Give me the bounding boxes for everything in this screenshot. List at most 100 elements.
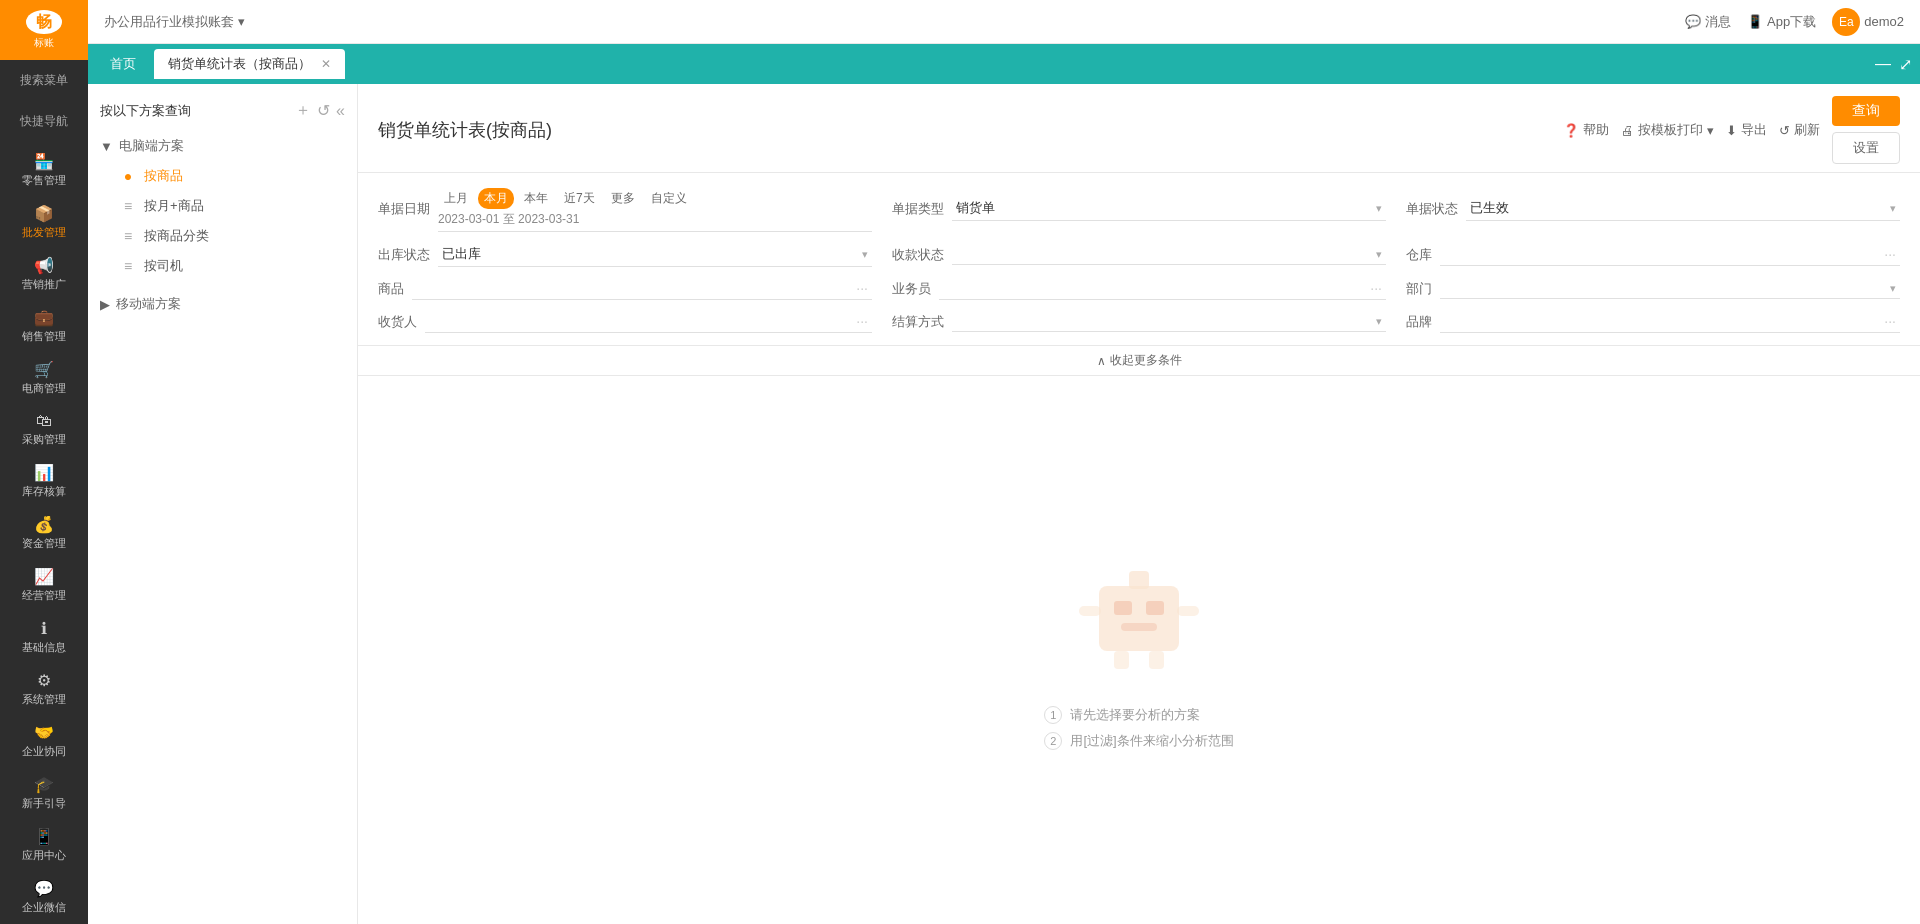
template-print-button[interactable]: 🖨 按模板打印 ▾ bbox=[1621, 121, 1714, 139]
doc-status-arrow: ▾ bbox=[1890, 202, 1896, 215]
app-download-button[interactable]: 📱 App下载 bbox=[1747, 13, 1816, 31]
date-btn-more[interactable]: 更多 bbox=[605, 188, 641, 209]
template-print-label: 按模板打印 bbox=[1638, 121, 1703, 139]
schema-item-by-month-product[interactable]: ≡ 按月+商品 bbox=[88, 191, 357, 221]
empty-tip-2: 2 用[过滤]条件来缩小分析范围 bbox=[1044, 732, 1233, 750]
page-header: 销货单统计表(按商品) ❓ 帮助 🖨 按模板打印 ▾ ⬇ 导出 bbox=[358, 84, 1920, 173]
doc-type-label: 单据类型 bbox=[892, 200, 944, 218]
sidebar-item-retail[interactable]: 🏪 零售管理 bbox=[0, 144, 88, 196]
date-btn-7days[interactable]: 近7天 bbox=[558, 188, 601, 209]
main-area: 办公用品行业模拟账套 ▾ 💬 消息 📱 App下载 Ea demo2 首页 销货… bbox=[88, 0, 1920, 924]
sidebar-item-inventory[interactable]: 📊 库存核算 bbox=[0, 455, 88, 507]
sidebar-item-system-label: 系统管理 bbox=[22, 692, 66, 707]
sidebar-item-inventory-label: 库存核算 bbox=[22, 484, 66, 499]
empty-state: 1 请先选择要分析的方案 2 用[过滤]条件来缩小分析范围 bbox=[358, 376, 1920, 924]
app-download-label: App下载 bbox=[1767, 13, 1816, 31]
add-schema-icon[interactable]: ＋ bbox=[295, 100, 311, 121]
sidebar-quick-nav[interactable]: 快捷导航 bbox=[20, 105, 68, 136]
query-button[interactable]: 查询 bbox=[1832, 96, 1900, 126]
date-btn-last-month[interactable]: 上月 bbox=[438, 188, 474, 209]
collapse-bar[interactable]: ∧ 收起更多条件 bbox=[358, 346, 1920, 376]
sidebar-item-enterprise[interactable]: 🤝 企业协同 bbox=[0, 715, 88, 767]
export-label: 导出 bbox=[1741, 121, 1767, 139]
schema-item-by-product-label: 按商品 bbox=[144, 167, 183, 185]
sidebar-item-retail-label: 零售管理 bbox=[22, 173, 66, 188]
sidebar-item-operations[interactable]: 📈 经营管理 bbox=[0, 559, 88, 611]
topbar-dropdown-arrow: ▾ bbox=[238, 14, 245, 29]
brand-dots[interactable]: ··· bbox=[1884, 313, 1896, 329]
sidebar-item-operations-label: 经营管理 bbox=[22, 588, 66, 603]
tab-minimize-icon[interactable]: — bbox=[1875, 55, 1891, 74]
tab-home[interactable]: 首页 bbox=[96, 49, 150, 79]
schema-group-mobile-header[interactable]: ▶ 移动端方案 bbox=[88, 289, 357, 319]
schema-item-by-recorder[interactable]: ≡ 按司机 bbox=[88, 251, 357, 281]
brand-filter: 品牌 ··· bbox=[1406, 310, 1900, 333]
schema-group-pc-header[interactable]: ▼ 电脑端方案 bbox=[88, 131, 357, 161]
receiver-dots[interactable]: ··· bbox=[856, 313, 868, 329]
doc-status-filter: 单据状态 已生效 ▾ bbox=[1406, 196, 1900, 221]
svg-rect-5 bbox=[1079, 606, 1101, 616]
doc-type-arrow: ▾ bbox=[1376, 202, 1382, 215]
sidebar-item-system[interactable]: ⚙ 系统管理 bbox=[0, 663, 88, 715]
department-select[interactable]: ▾ bbox=[1440, 279, 1900, 299]
basic-icon: ℹ bbox=[41, 619, 47, 638]
refresh-button[interactable]: ↺ 刷新 bbox=[1779, 121, 1820, 139]
salesperson-dots[interactable]: ··· bbox=[1370, 280, 1382, 296]
date-btn-this-month[interactable]: 本月 bbox=[478, 188, 514, 209]
salesperson-input[interactable]: ··· bbox=[939, 277, 1386, 300]
warehouse-dots[interactable]: ··· bbox=[1884, 246, 1896, 262]
tab-sales-stat-label: 销货单统计表（按商品） bbox=[168, 55, 311, 73]
doc-status-select[interactable]: 已生效 ▾ bbox=[1466, 196, 1900, 221]
schema-item-by-category[interactable]: ≡ 按商品分类 bbox=[88, 221, 357, 251]
receiver-label: 收货人 bbox=[378, 313, 417, 331]
export-button[interactable]: ⬇ 导出 bbox=[1726, 121, 1767, 139]
sidebar-item-ecommerce[interactable]: 🛒 电商管理 bbox=[0, 352, 88, 404]
sidebar-item-marketing[interactable]: 📢 营销推广 bbox=[0, 248, 88, 300]
sidebar-item-sales[interactable]: 💼 销售管理 bbox=[0, 300, 88, 352]
logo-char: 畅 bbox=[36, 12, 52, 33]
sidebar-item-purchase[interactable]: 🛍 采购管理 bbox=[0, 404, 88, 455]
product-dots[interactable]: ··· bbox=[856, 280, 868, 296]
sidebar-item-wholesale-label: 批发管理 bbox=[22, 225, 66, 240]
sidebar-item-wechat[interactable]: 💬 企业微信 bbox=[0, 871, 88, 923]
sidebar-item-wholesale[interactable]: 📦 批发管理 bbox=[0, 196, 88, 248]
sidebar: 畅 标账 搜索菜单 快捷导航 🏪 零售管理 📦 批发管理 📢 营销推广 💼 销售… bbox=[0, 0, 88, 924]
tab-expand-icon[interactable]: ⤢ bbox=[1899, 55, 1912, 74]
refresh-schema-icon[interactable]: ↺ bbox=[317, 101, 330, 120]
receipt-status-arrow: ▾ bbox=[1376, 248, 1382, 261]
product-input[interactable]: ··· bbox=[412, 277, 872, 300]
receipt-status-select[interactable]: ▾ bbox=[952, 245, 1386, 265]
date-btn-custom[interactable]: 自定义 bbox=[645, 188, 693, 209]
date-filter: 单据日期 上月 本月 本年 近7天 更多 自定义 2023-03-01 至 20… bbox=[378, 185, 872, 232]
schema-item-by-product[interactable]: ● 按商品 bbox=[88, 161, 357, 191]
sidebar-item-apps[interactable]: 📱 应用中心 bbox=[0, 819, 88, 871]
sidebar-item-finance[interactable]: 💰 资金管理 bbox=[0, 507, 88, 559]
sidebar-item-basic[interactable]: ℹ 基础信息 bbox=[0, 611, 88, 663]
schema-group-mobile-arrow: ▶ bbox=[100, 297, 110, 312]
topbar-actions: 💬 消息 📱 App下载 Ea demo2 bbox=[1685, 8, 1904, 36]
topbar-title-dropdown[interactable]: 办公用品行业模拟账套 ▾ bbox=[104, 13, 245, 31]
date-btn-this-year[interactable]: 本年 bbox=[518, 188, 554, 209]
brand-input[interactable]: ··· bbox=[1440, 310, 1900, 333]
sidebar-item-wechat-label: 企业微信 bbox=[22, 900, 66, 915]
sidebar-item-guide[interactable]: 🎓 新手引导 bbox=[0, 767, 88, 819]
tab-close-button[interactable]: ✕ bbox=[321, 57, 331, 71]
doc-type-select[interactable]: 销货单 ▾ bbox=[952, 196, 1386, 221]
settings-button[interactable]: 设置 bbox=[1832, 132, 1900, 164]
tab-sales-stat[interactable]: 销货单统计表（按商品） ✕ bbox=[154, 49, 345, 79]
user-profile[interactable]: Ea demo2 bbox=[1832, 8, 1904, 36]
message-label: 消息 bbox=[1705, 13, 1731, 31]
sidebar-item-apps-label: 应用中心 bbox=[22, 848, 66, 863]
tip-1-text: 请先选择要分析的方案 bbox=[1070, 706, 1200, 724]
receiver-input[interactable]: ··· bbox=[425, 310, 872, 333]
payment-select[interactable]: ▾ bbox=[952, 312, 1386, 332]
warehouse-input[interactable]: ··· bbox=[1440, 243, 1900, 266]
out-status-filter: 出库状态 已出库 ▾ bbox=[378, 242, 872, 267]
sidebar-search[interactable]: 搜索菜单 bbox=[20, 60, 68, 97]
salesperson-filter: 业务员 ··· bbox=[892, 277, 1386, 300]
collapse-panel-icon[interactable]: « bbox=[336, 102, 345, 120]
help-button[interactable]: ❓ 帮助 bbox=[1563, 121, 1609, 139]
message-button[interactable]: 💬 消息 bbox=[1685, 13, 1731, 31]
out-status-select[interactable]: 已出库 ▾ bbox=[438, 242, 872, 267]
help-icon: ❓ bbox=[1563, 123, 1579, 138]
